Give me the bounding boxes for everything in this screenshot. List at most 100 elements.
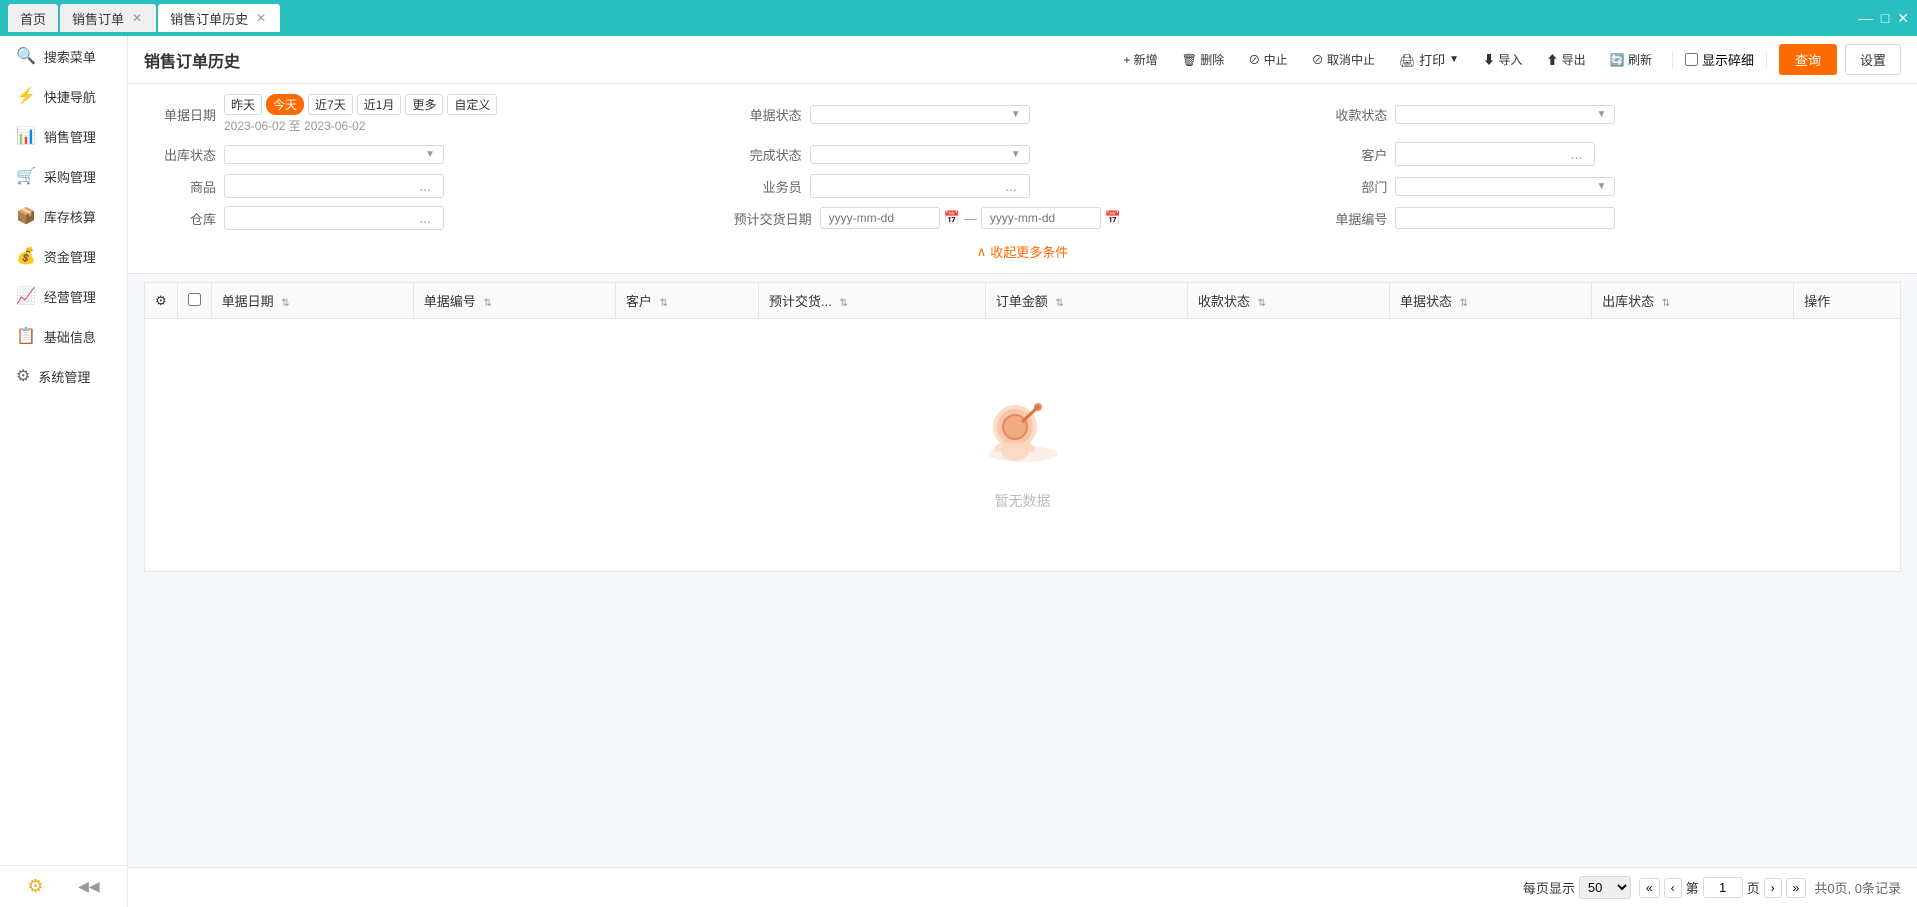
sidebar-item-inventory[interactable]: 📦 库存核算	[0, 196, 127, 236]
col-expected-date-sort-icon[interactable]: ⇅	[839, 298, 847, 309]
col-order-no: 单据编号 ⇅	[413, 283, 615, 319]
stop-button[interactable]: ⊘ 中止	[1240, 47, 1295, 72]
col-delivery-status-sort-icon[interactable]: ⇅	[1662, 298, 1670, 309]
delivery-status-select[interactable]: ▼	[224, 145, 444, 164]
date-btn-more[interactable]: 更多	[405, 94, 443, 115]
collapse-bar[interactable]: ∧ 收起更多条件	[144, 238, 1901, 263]
expected-date-range: 📅 — 📅	[820, 207, 1121, 229]
import-button[interactable]: ⬇ 导入	[1475, 47, 1530, 72]
sidebar-item-search-menu[interactable]: 🔍 搜索菜单	[0, 36, 127, 76]
last-page-button[interactable]: »	[1786, 878, 1807, 898]
display-cols-checkbox[interactable]	[1685, 53, 1698, 66]
maximize-icon[interactable]: □	[1881, 10, 1889, 26]
col-expected-date: 预计交货... ⇅	[759, 283, 986, 319]
tab-sales-order-label: 销售订单	[72, 9, 124, 28]
col-payment-status-sort-icon[interactable]: ⇅	[1257, 298, 1265, 309]
product-label: 商品	[144, 177, 224, 196]
refresh-button[interactable]: 🔄 刷新	[1602, 47, 1660, 72]
product-input[interactable]: ...	[224, 174, 444, 198]
col-checkbox[interactable]	[177, 283, 211, 319]
sidebar-item-system-mgmt[interactable]: ⚙ 系统管理	[0, 356, 127, 396]
salesperson-dots-icon[interactable]: ...	[1001, 178, 1021, 194]
tab-sales-order-history-label: 销售订单历史	[170, 9, 248, 28]
next-page-button[interactable]: ›	[1764, 878, 1782, 898]
col-order-no-sort-icon[interactable]: ⇅	[483, 298, 491, 309]
customer-dots-icon[interactable]: ...	[1567, 146, 1587, 162]
delivery-status-cell: 出库状态 ▼	[144, 145, 730, 164]
first-page-button[interactable]: «	[1639, 878, 1660, 898]
col-order-status-sort-icon[interactable]: ⇅	[1460, 298, 1468, 309]
new-button[interactable]: + 新增	[1115, 47, 1165, 72]
customer-input[interactable]: ...	[1395, 142, 1595, 166]
tab-sales-order-close[interactable]: ✕	[130, 11, 144, 25]
warehouse-dots-icon[interactable]: ...	[415, 210, 435, 226]
date-to-calendar-icon[interactable]: 📅	[1105, 210, 1121, 226]
window-controls: — □ ✕	[1859, 10, 1909, 27]
col-order-status-label: 单据状态	[1400, 294, 1452, 309]
export-button[interactable]: ⬆ 导出	[1538, 47, 1593, 72]
tab-home[interactable]: 首页	[8, 4, 58, 32]
complete-status-select[interactable]: ▼	[810, 145, 1030, 164]
table-settings-icon[interactable]: ⚙	[155, 293, 167, 308]
order-status-select[interactable]: ▼	[810, 105, 1030, 124]
prev-page-button[interactable]: ‹	[1664, 878, 1682, 898]
sidebar-settings-icon[interactable]: ⚙	[27, 876, 43, 897]
print-button[interactable]: 🖨 打印 ▼	[1391, 46, 1467, 73]
date-btn-custom[interactable]: 自定义	[447, 94, 497, 115]
total-info: 共0页, 0条记录	[1814, 878, 1901, 897]
operations-icon: 📈	[16, 286, 36, 306]
tab-sales-order[interactable]: 销售订单 ✕	[60, 4, 156, 32]
warehouse-cell: 仓库 ...	[144, 206, 730, 230]
toolbar-divider2	[1766, 52, 1767, 68]
col-date-sort-icon[interactable]: ⇅	[281, 298, 289, 309]
expected-date-to[interactable]	[981, 207, 1101, 229]
filter-row-4: 仓库 ... 预计交货日期 📅 — 📅 单据编号	[144, 206, 1901, 230]
order-no-input[interactable]	[1395, 207, 1615, 229]
sidebar-item-basic-info[interactable]: 📋 基础信息	[0, 316, 127, 356]
display-cols-toggle[interactable]: 显示碎细	[1685, 50, 1754, 69]
per-page-select[interactable]: 10 20 50 100	[1579, 876, 1631, 899]
date-filter-cell: 单据日期 昨天 今天 近7天 近1月 更多 自定义 2023-06-02 至 2…	[144, 94, 730, 134]
department-select[interactable]: ▼	[1395, 177, 1615, 196]
sidebar-item-purchase-mgmt[interactable]: 🛒 采购管理	[0, 156, 127, 196]
product-dots-icon[interactable]: ...	[415, 178, 435, 194]
setting-button[interactable]: 设置	[1845, 44, 1901, 75]
close-icon[interactable]: ✕	[1897, 10, 1909, 27]
table-header-row: ⚙ 单据日期 ⇅ 单据编号 ⇅	[145, 283, 1901, 319]
date-controls: 昨天 今天 近7天 近1月 更多 自定义 2023-06-02 至 2023-0…	[224, 94, 497, 134]
date-btn-today[interactable]: 今天	[266, 94, 304, 115]
salesperson-input[interactable]: ...	[810, 174, 1030, 198]
date-btn-7days[interactable]: 近7天	[308, 94, 353, 115]
cancel-stop-button[interactable]: ⊘ 取消中止	[1304, 47, 1383, 72]
payment-status-select[interactable]: ▼	[1395, 105, 1615, 124]
expected-date-from[interactable]	[820, 207, 940, 229]
col-customer-sort-icon[interactable]: ⇅	[660, 298, 668, 309]
current-page-input[interactable]	[1703, 877, 1743, 898]
sidebar-collapse-icon[interactable]: ◀◀	[78, 878, 100, 895]
content-area: 销售订单历史 + 新增 🗑 删除 ⊘ 中止 ⊘ 取消中止 🖨 打印 ▼ ⬇ 导入…	[128, 36, 1917, 907]
sidebar-item-purchase-label: 采购管理	[44, 167, 96, 186]
warehouse-input[interactable]: ...	[224, 206, 444, 230]
tab-sales-order-history[interactable]: 销售订单历史 ✕	[158, 4, 280, 32]
tab-sales-order-history-close[interactable]: ✕	[254, 11, 268, 25]
col-settings[interactable]: ⚙	[145, 283, 178, 319]
col-amount-sort-icon[interactable]: ⇅	[1055, 298, 1063, 309]
delete-button[interactable]: 🗑 删除	[1174, 47, 1233, 72]
col-expected-date-label: 预计交货...	[769, 294, 832, 309]
table-body: 暂无数据	[145, 319, 1901, 572]
minimize-icon[interactable]: —	[1859, 10, 1873, 26]
complete-status-label: 完成状态	[730, 145, 810, 164]
sales-icon: 📊	[16, 126, 36, 146]
main-layout: 🔍 搜索菜单 ⚡ 快捷导航 📊 销售管理 🛒 采购管理 📦 库存核算 💰 资金管…	[0, 36, 1917, 907]
date-from-calendar-icon[interactable]: 📅	[944, 210, 960, 226]
sidebar-item-finance[interactable]: 💰 资金管理	[0, 236, 127, 276]
date-btn-yesterday[interactable]: 昨天	[224, 94, 262, 115]
query-button[interactable]: 查询	[1779, 44, 1837, 75]
select-all-checkbox[interactable]	[188, 293, 201, 306]
empty-state-icon	[973, 379, 1073, 479]
col-date: 单据日期 ⇅	[211, 283, 413, 319]
sidebar-item-quick-nav[interactable]: ⚡ 快捷导航	[0, 76, 127, 116]
sidebar-item-sales-mgmt[interactable]: 📊 销售管理	[0, 116, 127, 156]
date-btn-1month[interactable]: 近1月	[357, 94, 402, 115]
sidebar-item-operations[interactable]: 📈 经营管理	[0, 276, 127, 316]
